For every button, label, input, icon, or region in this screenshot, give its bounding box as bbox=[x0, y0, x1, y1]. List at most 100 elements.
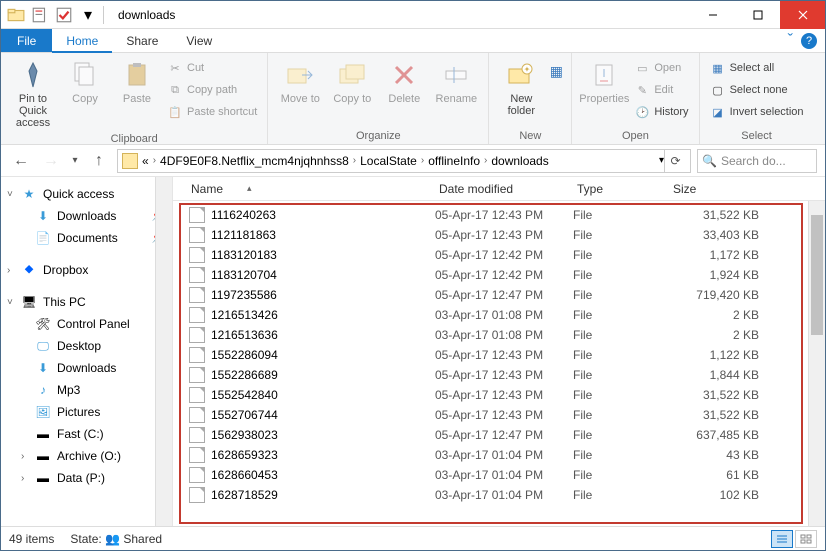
help-icon[interactable]: ? bbox=[801, 33, 817, 49]
open-button[interactable]: ▭Open bbox=[630, 57, 692, 79]
pin-to-quick-access-button[interactable]: Pin to Quick access bbox=[7, 57, 59, 131]
copy-path-button[interactable]: ⧉Copy path bbox=[163, 79, 261, 101]
column-size[interactable]: Size bbox=[667, 177, 767, 200]
back-button[interactable]: ← bbox=[9, 149, 33, 173]
nav-documents[interactable]: 📄Documents📌 bbox=[1, 227, 172, 249]
new-item-dropdown[interactable]: ▦ bbox=[550, 63, 563, 80]
file-row[interactable]: 118312018305-Apr-17 12:42 PMFile1,172 KB bbox=[181, 245, 801, 265]
file-type: File bbox=[573, 348, 669, 362]
paste-button[interactable]: Paste bbox=[111, 57, 163, 107]
file-size: 33,403 KB bbox=[669, 228, 759, 242]
tab-home[interactable]: Home bbox=[52, 29, 112, 52]
file-row[interactable]: 162866045303-Apr-17 01:04 PMFile61 KB bbox=[181, 465, 801, 485]
file-name: 1197235586 bbox=[211, 288, 435, 302]
file-row[interactable]: 119723558605-Apr-17 12:47 PMFile719,420 … bbox=[181, 285, 801, 305]
breadcrumb-overflow[interactable]: « bbox=[142, 154, 149, 168]
refresh-button[interactable]: ⟳ bbox=[664, 150, 686, 172]
recent-locations-dropdown[interactable]: ▾ bbox=[69, 149, 81, 173]
file-name: 1552286094 bbox=[211, 348, 435, 362]
file-date: 05-Apr-17 12:43 PM bbox=[435, 348, 573, 362]
new-folder-button[interactable]: ✦ New folder bbox=[495, 57, 547, 119]
tab-share[interactable]: Share bbox=[112, 29, 172, 52]
file-row[interactable]: 155254284005-Apr-17 12:43 PMFile31,522 K… bbox=[181, 385, 801, 405]
tab-view[interactable]: View bbox=[172, 29, 226, 52]
breadcrumb-segment[interactable]: offlineInfo bbox=[428, 154, 480, 168]
close-button[interactable] bbox=[780, 1, 825, 29]
nav-downloads[interactable]: ⬇Downloads📌 bbox=[1, 205, 172, 227]
file-row[interactable]: 112118186305-Apr-17 12:43 PMFile33,403 K… bbox=[181, 225, 801, 245]
breadcrumb[interactable]: « › 4DF9E0F8.Netflix_mcm4njqhnhss8› Loca… bbox=[117, 149, 691, 173]
qat-dropdown-icon[interactable]: ▾ bbox=[79, 6, 97, 24]
addressbar: ← → ▾ ↑ « › 4DF9E0F8.Netflix_mcm4njqhnhs… bbox=[1, 145, 825, 177]
invert-selection-button[interactable]: ◪Invert selection bbox=[706, 101, 808, 123]
nav-quick-access[interactable]: ˅★Quick access bbox=[1, 183, 172, 205]
nav-mp3[interactable]: ♪Mp3 bbox=[1, 379, 172, 401]
file-row[interactable]: 162871852903-Apr-17 01:04 PMFile102 KB bbox=[181, 485, 801, 505]
group-label-new: New bbox=[495, 128, 565, 142]
file-row[interactable]: 111624026305-Apr-17 12:43 PMFile31,522 K… bbox=[181, 205, 801, 225]
file-row[interactable]: 155228609405-Apr-17 12:43 PMFile1,122 KB bbox=[181, 345, 801, 365]
file-row[interactable]: 155228668905-Apr-17 12:43 PMFile1,844 KB bbox=[181, 365, 801, 385]
up-button[interactable]: ↑ bbox=[87, 149, 111, 173]
file-name: 1216513636 bbox=[211, 328, 435, 342]
breadcrumb-segment[interactable]: downloads bbox=[491, 154, 548, 168]
maximize-button[interactable] bbox=[735, 1, 780, 29]
paste-shortcut-button[interactable]: 📋Paste shortcut bbox=[163, 101, 261, 123]
nav-desktop[interactable]: 🖵Desktop bbox=[1, 335, 172, 357]
search-input[interactable]: 🔍 Search do... bbox=[697, 149, 817, 173]
file-row[interactable]: 121651342603-Apr-17 01:08 PMFile2 KB bbox=[181, 305, 801, 325]
nav-archive-drive[interactable]: ›▬Archive (O:) bbox=[1, 445, 172, 467]
move-to-button[interactable]: Move to bbox=[274, 57, 326, 107]
column-name[interactable]: Name▴ bbox=[185, 177, 433, 200]
minimize-button[interactable] bbox=[690, 1, 735, 29]
tab-file[interactable]: File bbox=[1, 29, 52, 52]
nav-fast-drive[interactable]: ▬Fast (C:) bbox=[1, 423, 172, 445]
ribbon-collapse-icon[interactable]: ˇ bbox=[788, 32, 793, 50]
file-list[interactable]: 111624026305-Apr-17 12:43 PMFile31,522 K… bbox=[179, 203, 803, 524]
file-scrollbar[interactable] bbox=[808, 201, 825, 526]
breadcrumb-segment[interactable]: 4DF9E0F8.Netflix_mcm4njqhnhss8 bbox=[160, 154, 349, 168]
cut-button[interactable]: ✂Cut bbox=[163, 57, 261, 79]
file-scrollbar-thumb[interactable] bbox=[811, 215, 823, 335]
file-size: 2 KB bbox=[669, 308, 759, 322]
nav-this-pc[interactable]: ˅🖥This PC bbox=[1, 291, 172, 313]
file-date: 05-Apr-17 12:43 PM bbox=[435, 388, 573, 402]
nav-data-drive[interactable]: ›▬Data (P:) bbox=[1, 467, 172, 489]
file-icon bbox=[189, 327, 205, 343]
navigation-pane[interactable]: ˅★Quick access ⬇Downloads📌 📄Documents📌 ›… bbox=[1, 177, 173, 526]
copy-icon bbox=[69, 59, 101, 91]
file-row[interactable]: 121651363603-Apr-17 01:08 PMFile2 KB bbox=[181, 325, 801, 345]
delete-button[interactable]: Delete bbox=[378, 57, 430, 107]
file-icon bbox=[189, 207, 205, 223]
properties-icon[interactable] bbox=[31, 6, 49, 24]
copy-button[interactable]: Copy bbox=[59, 57, 111, 107]
nav-dropbox[interactable]: ›⯁Dropbox bbox=[1, 259, 172, 281]
column-date[interactable]: Date modified bbox=[433, 177, 571, 200]
file-row[interactable]: 156293802305-Apr-17 12:47 PMFile637,485 … bbox=[181, 425, 801, 445]
nav-control-panel[interactable]: 🛠Control Panel bbox=[1, 313, 172, 335]
history-button[interactable]: 🕑History bbox=[630, 101, 692, 123]
breadcrumb-segment[interactable]: LocalState bbox=[360, 154, 417, 168]
copy-to-button[interactable]: Copy to bbox=[326, 57, 378, 107]
nav-downloads-2[interactable]: ⬇Downloads bbox=[1, 357, 172, 379]
rename-button[interactable]: Rename bbox=[430, 57, 482, 107]
folder-icon bbox=[122, 153, 138, 169]
nav-scrollbar-thumb[interactable] bbox=[158, 277, 170, 317]
select-none-button[interactable]: ▢Select none bbox=[706, 79, 808, 101]
forward-button[interactable]: → bbox=[39, 149, 63, 173]
edit-button[interactable]: ✎Edit bbox=[630, 79, 692, 101]
file-row[interactable]: 162865932303-Apr-17 01:04 PMFile43 KB bbox=[181, 445, 801, 465]
file-name: 1116240263 bbox=[211, 208, 435, 222]
file-icon bbox=[189, 307, 205, 323]
file-type: File bbox=[573, 428, 669, 442]
file-row[interactable]: 155270674405-Apr-17 12:43 PMFile31,522 K… bbox=[181, 405, 801, 425]
nav-pictures[interactable]: 🖼Pictures bbox=[1, 401, 172, 423]
column-type[interactable]: Type bbox=[571, 177, 667, 200]
select-all-button[interactable]: ▦Select all bbox=[706, 57, 808, 79]
properties-button[interactable]: Properties bbox=[578, 57, 630, 107]
file-size: 31,522 KB bbox=[669, 208, 759, 222]
checkbox-icon[interactable] bbox=[55, 6, 73, 24]
thumbnails-view-button[interactable] bbox=[795, 530, 817, 548]
details-view-button[interactable] bbox=[771, 530, 793, 548]
file-row[interactable]: 118312070405-Apr-17 12:42 PMFile1,924 KB bbox=[181, 265, 801, 285]
